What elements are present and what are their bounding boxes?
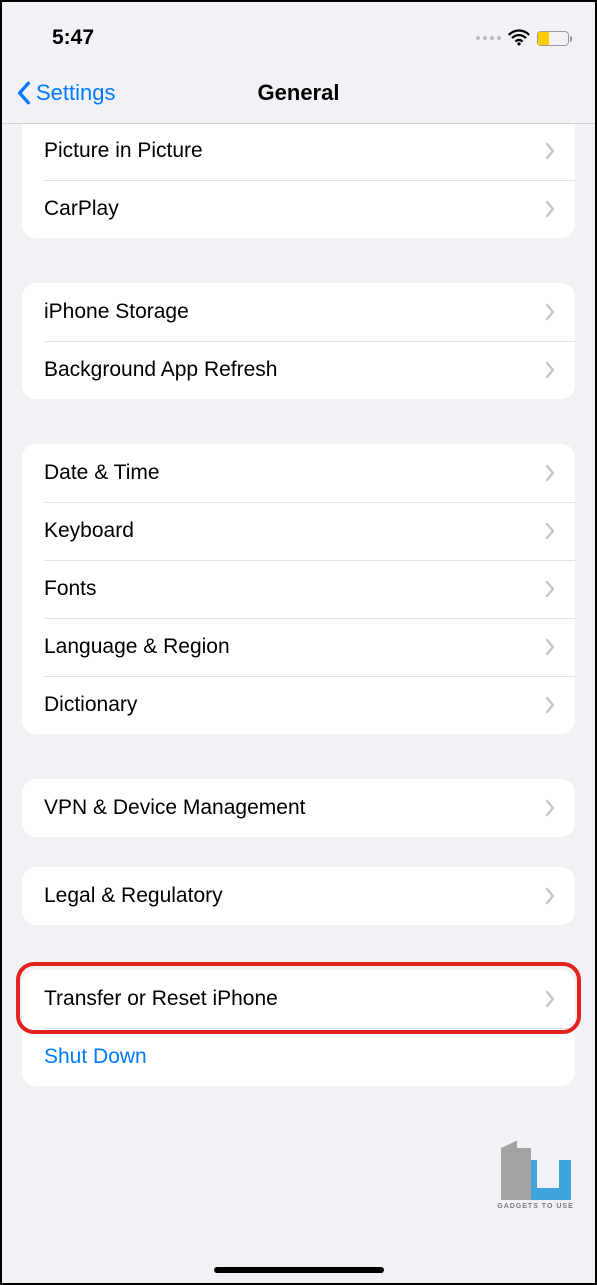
row-label: Shut Down [44,1045,147,1069]
row-iphone-storage[interactable]: iPhone Storage [22,283,575,341]
battery-icon [537,31,569,46]
chevron-right-icon [545,303,555,321]
row-shut-down[interactable]: Shut Down [22,1028,575,1086]
chevron-right-icon [545,638,555,656]
status-indicators [476,29,569,47]
settings-group: Picture in Picture CarPlay [22,124,575,238]
chevron-right-icon [545,696,555,714]
row-language-region[interactable]: Language & Region [22,618,575,676]
watermark-text: GADGETS TO USE [497,1203,574,1210]
row-label: Language & Region [44,635,230,659]
status-bar: 5:47 [2,2,595,62]
row-label: Keyboard [44,519,134,543]
settings-group: Date & Time Keyboard Fonts Language & Re… [22,444,575,734]
row-date-time[interactable]: Date & Time [22,444,575,502]
row-carplay[interactable]: CarPlay [22,180,575,238]
chevron-right-icon [545,887,555,905]
chevron-right-icon [545,142,555,160]
row-label: Legal & Regulatory [44,884,223,908]
back-button[interactable]: Settings [2,80,116,106]
cellular-dots-icon [476,36,501,40]
nav-bar: Settings General [2,62,595,124]
row-label: Dictionary [44,693,137,717]
row-label: VPN & Device Management [44,796,305,820]
settings-group: VPN & Device Management [22,779,575,837]
chevron-right-icon [545,580,555,598]
row-background-app-refresh[interactable]: Background App Refresh [22,341,575,399]
row-label: CarPlay [44,197,119,221]
page-title: General [258,80,340,106]
watermark-logo: GADGETS TO USE [488,1148,583,1228]
chevron-right-icon [545,464,555,482]
row-picture-in-picture[interactable]: Picture in Picture [22,124,575,180]
row-keyboard[interactable]: Keyboard [22,502,575,560]
settings-group: Legal & Regulatory [22,867,575,925]
back-label: Settings [36,80,116,106]
row-label: Fonts [44,577,97,601]
home-indicator[interactable] [214,1267,384,1273]
wifi-icon [508,29,530,47]
status-time: 5:47 [52,26,94,50]
row-label: Background App Refresh [44,358,277,382]
chevron-right-icon [545,799,555,817]
chevron-right-icon [545,361,555,379]
row-dictionary[interactable]: Dictionary [22,676,575,734]
chevron-right-icon [545,522,555,540]
chevron-right-icon [545,200,555,218]
row-transfer-reset-iphone[interactable]: Transfer or Reset iPhone [22,970,575,1028]
row-label: Picture in Picture [44,139,203,163]
chevron-right-icon [545,990,555,1008]
row-label: Date & Time [44,461,160,485]
row-vpn-device-management[interactable]: VPN & Device Management [22,779,575,837]
settings-group: Transfer or Reset iPhone Shut Down [22,970,575,1086]
row-fonts[interactable]: Fonts [22,560,575,618]
row-label: Transfer or Reset iPhone [44,987,278,1011]
row-legal-regulatory[interactable]: Legal & Regulatory [22,867,575,925]
chevron-left-icon [16,81,32,105]
settings-content: Picture in Picture CarPlay iPhone Storag… [2,124,595,1283]
settings-group: iPhone Storage Background App Refresh [22,283,575,399]
row-label: iPhone Storage [44,300,189,324]
